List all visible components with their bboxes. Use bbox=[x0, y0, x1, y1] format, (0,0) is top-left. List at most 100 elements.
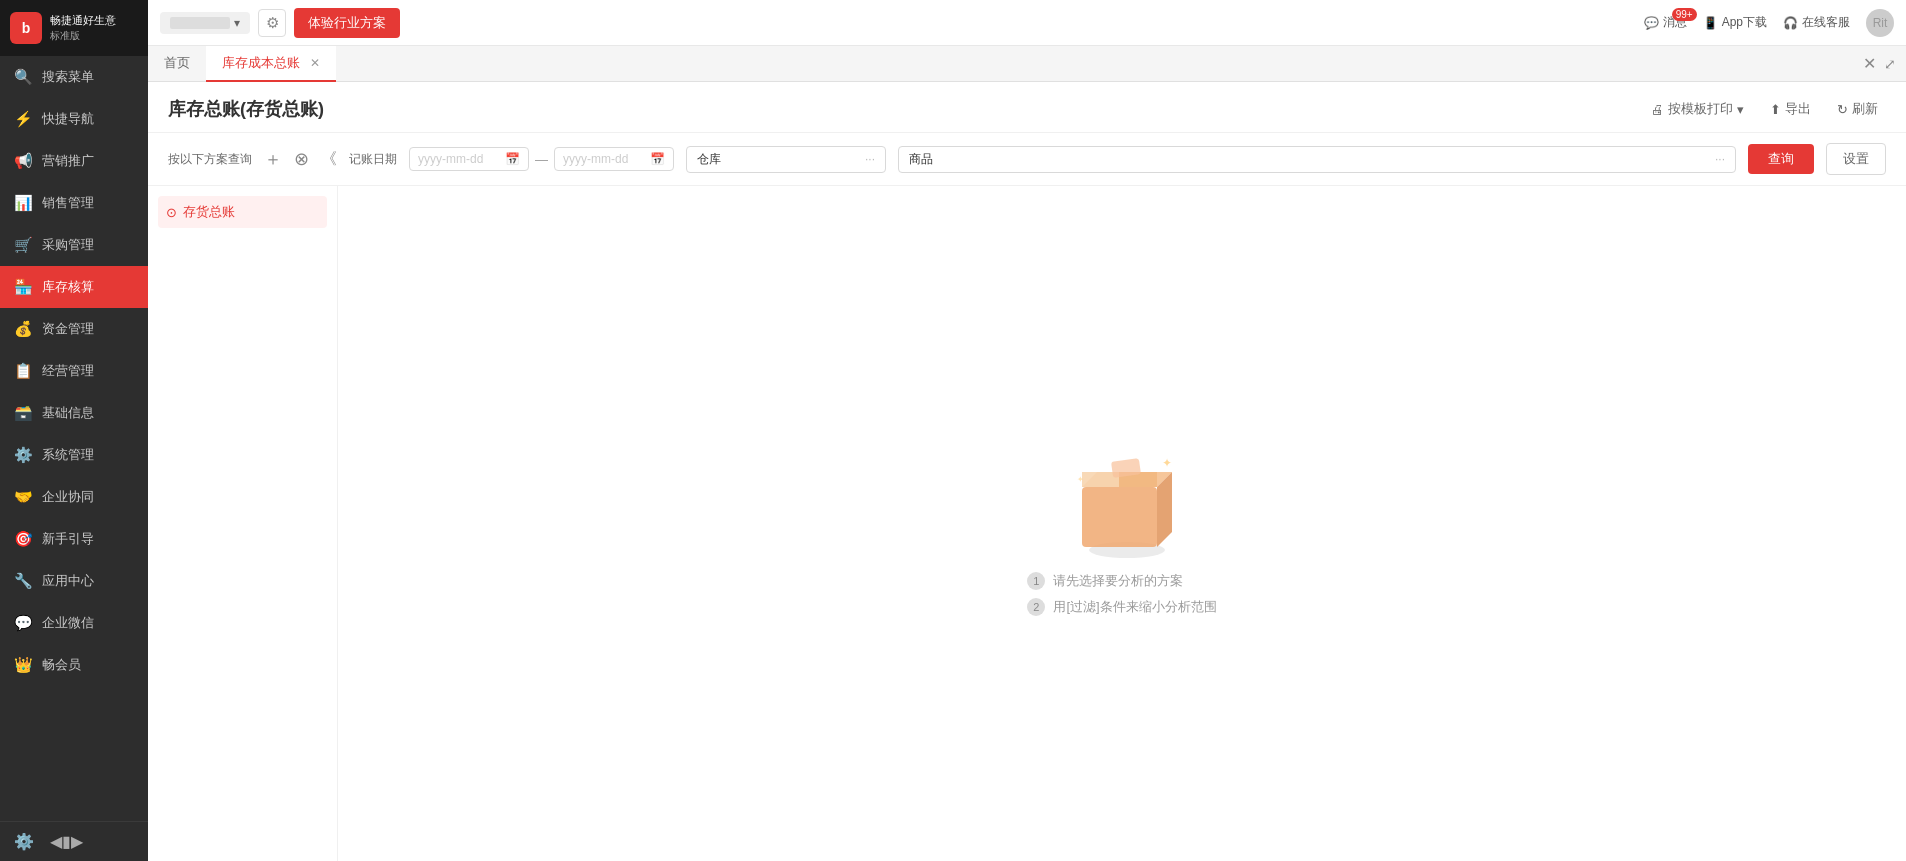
sidebar-item-inventory[interactable]: 🏪 库存核算 bbox=[0, 266, 148, 308]
delete-scheme-button[interactable]: ⊗ bbox=[294, 148, 309, 170]
trial-industry-button[interactable]: 体验行业方案 bbox=[294, 8, 400, 38]
sidebar-item-finance[interactable]: 💰 资金管理 bbox=[0, 308, 148, 350]
panel-expand-button[interactable]: ⤢ bbox=[1884, 56, 1896, 72]
tab-inventory-ledger-label: 库存成本总账 bbox=[222, 55, 300, 70]
scheme-item-label: 存货总账 bbox=[183, 203, 235, 221]
topbar-left: ▾ ⚙ 体验行业方案 bbox=[160, 8, 1634, 38]
user-profile[interactable]: Rit bbox=[1866, 9, 1894, 37]
date-end-input[interactable]: yyyy-mm-dd 📅 bbox=[554, 147, 674, 171]
topbar-right: 💬 消息 99+ 📱 App下载 🎧 在线客服 Rit bbox=[1644, 9, 1894, 37]
sidebar-label-sales: 销售管理 bbox=[42, 194, 94, 212]
sidebar-label-search: 搜索菜单 bbox=[42, 68, 94, 86]
appcenter-icon: 🔧 bbox=[14, 572, 32, 590]
svg-text:✦: ✦ bbox=[1077, 475, 1084, 484]
app-download-button[interactable]: 📱 App下载 bbox=[1703, 14, 1767, 31]
sidebar-item-member[interactable]: 👑 畅会员 bbox=[0, 644, 148, 686]
date-end-placeholder: yyyy-mm-dd bbox=[563, 152, 628, 166]
workspace-selector[interactable]: ▾ bbox=[160, 12, 250, 34]
print-label: 按模板打印 bbox=[1668, 100, 1733, 118]
refresh-button[interactable]: ↻ 刷新 bbox=[1829, 96, 1886, 122]
sidebar-label-operation: 经营管理 bbox=[42, 362, 94, 380]
message-button[interactable]: 💬 消息 99+ bbox=[1644, 14, 1687, 31]
svg-text:✦: ✦ bbox=[1162, 456, 1172, 470]
hint-number-1: 1 bbox=[1027, 572, 1045, 590]
date-start-input[interactable]: yyyy-mm-dd 📅 bbox=[409, 147, 529, 171]
tab-home[interactable]: 首页 bbox=[148, 46, 206, 82]
purchase-icon: 🛒 bbox=[14, 236, 32, 254]
refresh-label: 刷新 bbox=[1852, 100, 1878, 118]
sidebar-item-purchase[interactable]: 🛒 采购管理 bbox=[0, 224, 148, 266]
inventory-icon: 🏪 bbox=[14, 278, 32, 296]
print-template-button[interactable]: 🖨 按模板打印 ▾ bbox=[1643, 96, 1752, 122]
settings-button[interactable]: 设置 bbox=[1826, 143, 1886, 175]
query-button[interactable]: 查询 bbox=[1748, 144, 1814, 174]
message-icon: 💬 bbox=[1644, 16, 1659, 30]
system-icon: ⚙️ bbox=[14, 446, 32, 464]
settings-footer-icon[interactable]: ⚙️ bbox=[14, 832, 34, 851]
phone-icon: 📱 bbox=[1703, 16, 1718, 30]
printer-icon: 🖨 bbox=[1651, 102, 1664, 117]
basic-icon: 🗃️ bbox=[14, 404, 32, 422]
header-actions: 🖨 按模板打印 ▾ ⬆ 导出 ↻ 刷新 bbox=[1643, 96, 1886, 122]
sidebar-label-appcenter: 应用中心 bbox=[42, 572, 94, 590]
date-separator: — bbox=[535, 152, 548, 167]
gear-button[interactable]: ⚙ bbox=[258, 9, 286, 37]
sidebar-nav: 🔍 搜索菜单 ⚡ 快捷导航 📢 营销推广 📊 销售管理 🛒 采购管理 🏪 库存核… bbox=[0, 56, 148, 821]
collapse-scheme-button[interactable]: 《 bbox=[321, 149, 337, 170]
chevron-down-icon: ▾ bbox=[234, 16, 240, 30]
sidebar-item-basic[interactable]: 🗃️ 基础信息 bbox=[0, 392, 148, 434]
sidebar-item-shortcut[interactable]: ⚡ 快捷导航 bbox=[0, 98, 148, 140]
sidebar-item-sales[interactable]: 📊 销售管理 bbox=[0, 182, 148, 224]
sidebar-label-cooperation: 企业协同 bbox=[42, 488, 94, 506]
headset-icon: 🎧 bbox=[1783, 16, 1798, 30]
main-content: ▾ ⚙ 体验行业方案 💬 消息 99+ 📱 App下载 🎧 在线客服 Rit bbox=[148, 0, 1906, 861]
product-filter[interactable]: 商品 ··· bbox=[898, 146, 1736, 173]
logo-icon: b bbox=[10, 12, 42, 44]
sidebar-item-marketing[interactable]: 📢 营销推广 bbox=[0, 140, 148, 182]
page-content-area: 库存总账(存货总账) 🖨 按模板打印 ▾ ⬆ 导出 ↻ 刷新 按以下方案查询 bbox=[148, 82, 1906, 861]
tab-inventory-ledger[interactable]: 库存成本总账 ✕ bbox=[206, 46, 336, 82]
date-label: 记账日期 bbox=[349, 151, 397, 168]
collapse-icon: 《 bbox=[321, 149, 337, 170]
scheme-panel: ⊙ 存货总账 bbox=[148, 186, 1906, 861]
refresh-icon: ↻ bbox=[1837, 102, 1848, 117]
print-dropdown-icon: ▾ bbox=[1737, 102, 1744, 117]
sidebar-item-search[interactable]: 🔍 搜索菜单 bbox=[0, 56, 148, 98]
sidebar-label-marketing: 营销推广 bbox=[42, 152, 94, 170]
collapse-icon[interactable]: ◀▮▶ bbox=[50, 832, 83, 851]
plus-icon: ＋ bbox=[264, 147, 282, 171]
panel-close-button[interactable]: ✕ bbox=[1863, 54, 1876, 73]
tab-close-icon[interactable]: ✕ bbox=[310, 56, 320, 70]
empty-hint-2: 2 用[过滤]条件来缩小分析范围 bbox=[1027, 598, 1216, 616]
topbar: ▾ ⚙ 体验行业方案 💬 消息 99+ 📱 App下载 🎧 在线客服 Rit bbox=[148, 0, 1906, 46]
scheme-item-inventory-ledger[interactable]: ⊙ 存货总账 bbox=[158, 196, 327, 228]
logo-text-group: 畅捷通好生意 标准版 bbox=[50, 13, 116, 42]
app-name: 畅捷通好生意 bbox=[50, 13, 116, 28]
online-service-button[interactable]: 🎧 在线客服 bbox=[1783, 14, 1850, 31]
date-start-placeholder: yyyy-mm-dd bbox=[418, 152, 483, 166]
empty-box-svg: ✦ ✦ bbox=[1062, 432, 1192, 562]
app-download-label: App下载 bbox=[1722, 14, 1767, 31]
product-more-icon: ··· bbox=[1715, 152, 1725, 166]
sidebar-item-appcenter[interactable]: 🔧 应用中心 bbox=[0, 560, 148, 602]
warehouse-filter[interactable]: 仓库 ··· bbox=[686, 146, 886, 173]
sidebar-item-system[interactable]: ⚙️ 系统管理 bbox=[0, 434, 148, 476]
sidebar-item-cooperation[interactable]: 🤝 企业协同 bbox=[0, 476, 148, 518]
export-label: 导出 bbox=[1785, 100, 1811, 118]
sidebar-label-wechat: 企业微信 bbox=[42, 614, 94, 632]
sidebar-footer: ⚙️ ◀▮▶ bbox=[0, 821, 148, 861]
sidebar-label-finance: 资金管理 bbox=[42, 320, 94, 338]
finance-icon: 💰 bbox=[14, 320, 32, 338]
guide-icon: 🎯 bbox=[14, 530, 32, 548]
sidebar-item-wechat[interactable]: 💬 企业微信 bbox=[0, 602, 148, 644]
export-button[interactable]: ⬆ 导出 bbox=[1762, 96, 1819, 122]
hint-number-2: 2 bbox=[1027, 598, 1045, 616]
add-scheme-button[interactable]: ＋ bbox=[264, 147, 282, 171]
sidebar-label-purchase: 采购管理 bbox=[42, 236, 94, 254]
date-range-picker: yyyy-mm-dd 📅 — yyyy-mm-dd 📅 bbox=[409, 147, 674, 171]
sidebar-item-operation[interactable]: 📋 经营管理 bbox=[0, 350, 148, 392]
tab-home-label: 首页 bbox=[164, 55, 190, 70]
sidebar-item-guide[interactable]: 🎯 新手引导 bbox=[0, 518, 148, 560]
sidebar-label-guide: 新手引导 bbox=[42, 530, 94, 548]
tab-bar: 首页 库存成本总账 ✕ ✕ ⤢ bbox=[148, 46, 1906, 82]
